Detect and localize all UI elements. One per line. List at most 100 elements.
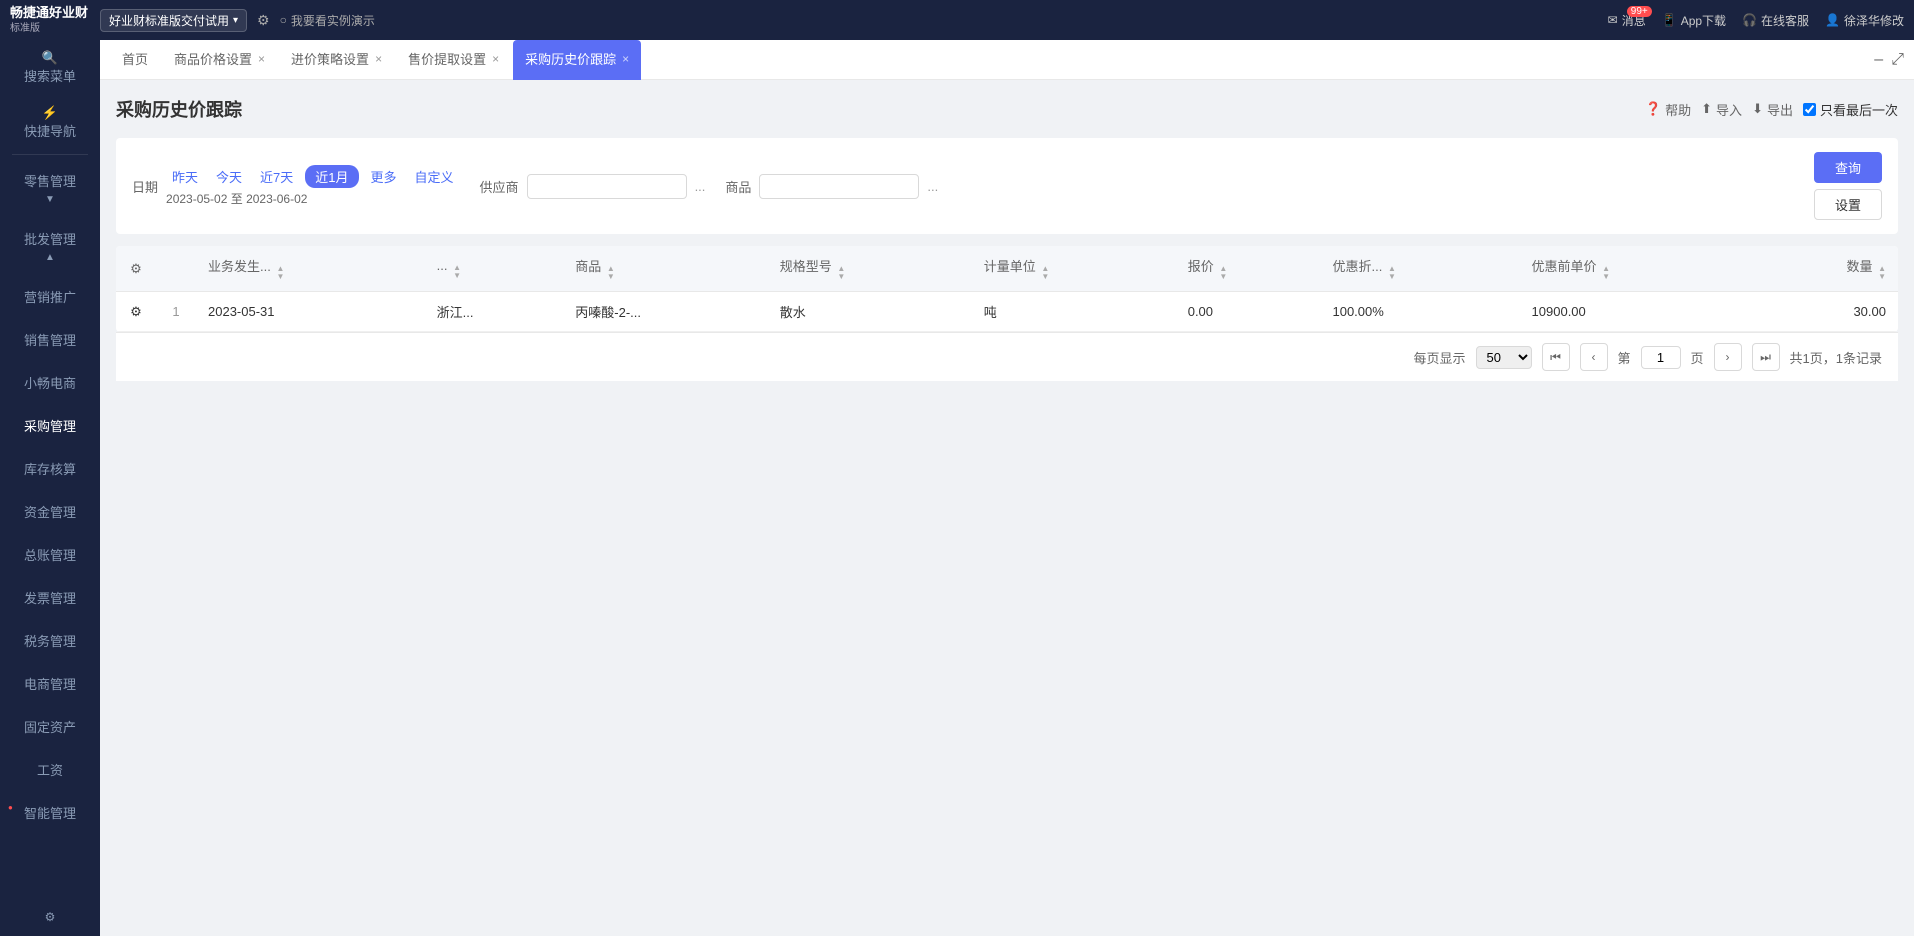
chevron-down-icon: ▾ bbox=[233, 15, 238, 26]
page-input[interactable] bbox=[1641, 346, 1681, 369]
product-more-icon[interactable]: ... bbox=[927, 179, 938, 194]
date-options-row: 昨天 今天 近7天 近1月 更多 自定义 bbox=[166, 165, 460, 188]
page-suffix: 页 bbox=[1691, 348, 1704, 367]
sidebar-item-ecommerce-small[interactable]: 小畅电商 bbox=[0, 361, 100, 404]
tab-purchase-strategy-label: 进价策略设置 bbox=[291, 49, 369, 68]
minimize-tab-button[interactable]: – bbox=[1874, 51, 1883, 69]
sidebar-item-ledger[interactable]: 总账管理 bbox=[0, 533, 100, 576]
sidebar-item-quicknav[interactable]: ⚡ 快捷导航 bbox=[0, 95, 100, 150]
row-date: 2023-05-31 bbox=[196, 292, 425, 332]
row-settings-icon[interactable]: ⚙ bbox=[116, 292, 156, 332]
row-discount: 100.00% bbox=[1320, 292, 1519, 332]
date-opt-today[interactable]: 今天 bbox=[210, 165, 248, 188]
row-num: 1 bbox=[156, 292, 196, 332]
sort-arrows-date: ▲▼ bbox=[276, 265, 284, 281]
close-icon[interactable]: × bbox=[258, 52, 265, 66]
sidebar-item-wholesale[interactable]: 批发管理 ▲ bbox=[0, 217, 100, 275]
sidebar-item-fixed-assets[interactable]: 固定资产 bbox=[0, 705, 100, 748]
date-opt-7days[interactable]: 近7天 bbox=[254, 165, 299, 188]
online-service-button[interactable]: 🎧 在线客服 bbox=[1742, 12, 1809, 29]
tab-product-price[interactable]: 商品价格设置 × bbox=[162, 40, 277, 80]
tab-purchase-strategy[interactable]: 进价策略设置 × bbox=[279, 40, 394, 80]
user-menu-button[interactable]: 👤 徐泽华修改 bbox=[1825, 12, 1904, 29]
close-icon4[interactable]: × bbox=[622, 52, 629, 66]
next-page-button[interactable]: › bbox=[1714, 343, 1742, 371]
sidebar-item-smart-management[interactable]: ● 智能管理 bbox=[0, 791, 100, 834]
table-header-row: ⚙ 业务发生... ▲▼ ... ▲▼ 商品 bbox=[116, 246, 1898, 292]
top-right-actions: ✉ 消息 99+ 📱 App下载 🎧 在线客服 👤 徐泽华修改 bbox=[1608, 12, 1904, 29]
tab-sale-price[interactable]: 售价提取设置 × bbox=[396, 40, 511, 80]
tab-home[interactable]: 首页 bbox=[110, 40, 160, 80]
query-button[interactable]: 查询 bbox=[1814, 152, 1882, 183]
sidebar-divider bbox=[12, 154, 88, 155]
settings-icon: ⚙ bbox=[45, 910, 56, 924]
last-page-button[interactable]: ⏭ bbox=[1752, 343, 1780, 371]
col-num-header bbox=[156, 246, 196, 292]
product-label: 商品 bbox=[725, 177, 751, 196]
data-table: ⚙ 业务发生... ▲▼ ... ▲▼ 商品 bbox=[116, 246, 1898, 332]
supplier-more-icon[interactable]: ... bbox=[695, 179, 706, 194]
page-header: 采购历史价跟踪 ❓ 帮助 ⬆ 导入 ⬇ 导出 bbox=[116, 96, 1898, 122]
col-settings-header[interactable]: ⚙ bbox=[116, 246, 156, 292]
app-logo: 畅捷通好业财 标准版 bbox=[10, 5, 90, 35]
close-icon2[interactable]: × bbox=[375, 52, 382, 66]
message-button[interactable]: ✉ 消息 99+ bbox=[1608, 12, 1646, 29]
only-last-checkbox[interactable]: 只看最后一次 bbox=[1803, 100, 1898, 119]
supplier-input[interactable] bbox=[527, 174, 687, 199]
prev-page-button[interactable]: ‹ bbox=[1580, 343, 1608, 371]
finance-label: 资金管理 bbox=[24, 502, 76, 521]
product-input[interactable] bbox=[759, 174, 919, 199]
sidebar: 🔍 搜索菜单 ⚡ 快捷导航 零售管理 ▼ 批发管理 ▲ 营销推广 销售管理 小畅… bbox=[0, 40, 100, 936]
gear-icon[interactable]: ⚙ bbox=[257, 12, 270, 29]
sidebar-item-search[interactable]: 🔍 搜索菜单 bbox=[0, 40, 100, 95]
col-quantity-header[interactable]: 数量 ▲▼ bbox=[1753, 246, 1898, 292]
col-prediscount-header[interactable]: 优惠前单价 ▲▼ bbox=[1520, 246, 1754, 292]
first-page-button[interactable]: ⏮ bbox=[1542, 343, 1570, 371]
sidebar-item-purchase[interactable]: 采购管理 bbox=[0, 404, 100, 447]
app-download-button[interactable]: 📱 App下载 bbox=[1662, 12, 1726, 29]
date-opt-custom[interactable]: 自定义 bbox=[409, 165, 460, 188]
pagination-bar: 每页显示 20 50 100 ⏮ ‹ 第 页 › ⏭ 共1页，1条记录 bbox=[116, 332, 1898, 381]
demo-button[interactable]: ○ 我要看实例演示 bbox=[280, 12, 375, 29]
tab-purchase-history[interactable]: 采购历史价跟踪 × bbox=[513, 40, 641, 80]
sidebar-item-inventory[interactable]: 库存核算 bbox=[0, 447, 100, 490]
user-name: 徐泽华修改 bbox=[1844, 12, 1904, 29]
version-selector[interactable]: 好业财标准版交付试用 ▾ bbox=[100, 9, 247, 32]
date-opt-yesterday[interactable]: 昨天 bbox=[166, 165, 204, 188]
sidebar-item-retail[interactable]: 零售管理 ▼ bbox=[0, 159, 100, 217]
sidebar-item-marketing[interactable]: 营销推广 bbox=[0, 275, 100, 318]
date-opt-more[interactable]: 更多 bbox=[365, 165, 403, 188]
per-page-select[interactable]: 20 50 100 bbox=[1476, 346, 1532, 369]
settings-button[interactable]: 设置 bbox=[1814, 189, 1882, 220]
col-col3-header[interactable]: ... ▲▼ bbox=[425, 246, 564, 292]
help-button[interactable]: ❓ 帮助 bbox=[1645, 100, 1691, 119]
sidebar-settings-button[interactable]: ⚙ bbox=[0, 898, 100, 936]
message-icon: ✉ bbox=[1608, 13, 1618, 27]
export-button[interactable]: ⬇ 导出 bbox=[1752, 100, 1793, 119]
sort-arrows-prediscount: ▲▼ bbox=[1602, 265, 1610, 281]
col-discount-header[interactable]: 优惠折... ▲▼ bbox=[1320, 246, 1519, 292]
date-opt-1month[interactable]: 近1月 bbox=[305, 165, 358, 188]
sidebar-item-ecommerce[interactable]: 电商管理 bbox=[0, 662, 100, 705]
close-icon3[interactable]: × bbox=[492, 52, 499, 66]
only-last-input[interactable] bbox=[1803, 103, 1816, 116]
sidebar-item-invoice[interactable]: 发票管理 bbox=[0, 576, 100, 619]
col-unit-header[interactable]: 计量单位 ▲▼ bbox=[972, 246, 1176, 292]
date-options: 昨天 今天 近7天 近1月 更多 自定义 2023-05-02 至 2023-0… bbox=[166, 165, 460, 207]
row-unit: 吨 bbox=[972, 292, 1176, 332]
sidebar-item-salary[interactable]: 工资 bbox=[0, 748, 100, 791]
maximize-tab-button[interactable]: ⤢ bbox=[1891, 51, 1904, 69]
sidebar-item-tax[interactable]: 税务管理 bbox=[0, 619, 100, 662]
col-price-header[interactable]: 报价 ▲▼ bbox=[1176, 246, 1321, 292]
col-spec-header[interactable]: 规格型号 ▲▼ bbox=[768, 246, 972, 292]
sidebar-item-finance[interactable]: 资金管理 bbox=[0, 490, 100, 533]
sort-arrows-quantity: ▲▼ bbox=[1878, 265, 1886, 281]
supplier-filter: 供应商 ... bbox=[480, 174, 706, 199]
col-product-header[interactable]: 商品 ▲▼ bbox=[563, 246, 767, 292]
row-quantity: 30.00 bbox=[1753, 292, 1898, 332]
col-date-header[interactable]: 业务发生... ▲▼ bbox=[196, 246, 425, 292]
import-button[interactable]: ⬆ 导入 bbox=[1701, 100, 1742, 119]
user-avatar-icon: 👤 bbox=[1825, 13, 1840, 27]
sidebar-item-sales[interactable]: 销售管理 bbox=[0, 318, 100, 361]
filter-actions: 查询 设置 bbox=[1814, 152, 1882, 220]
